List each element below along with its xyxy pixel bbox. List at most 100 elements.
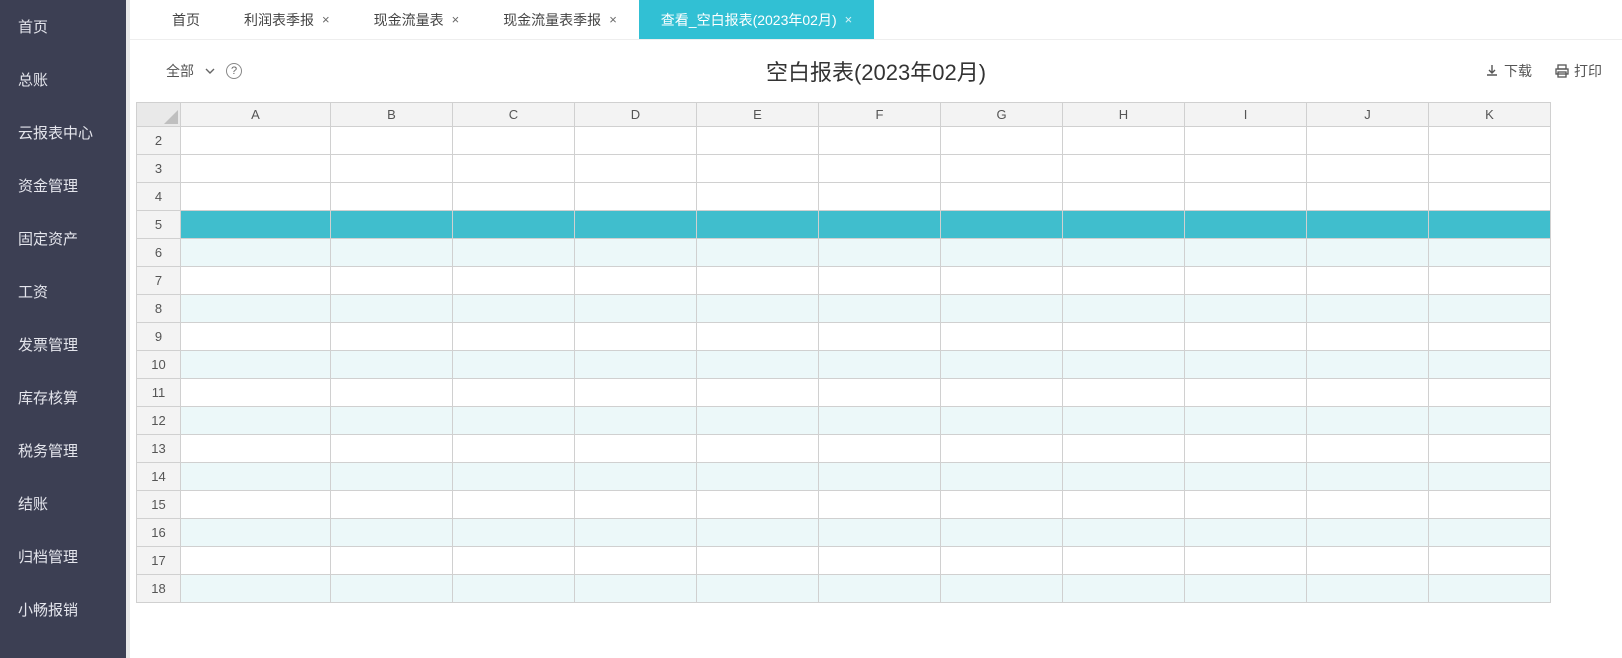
- cell-E12[interactable]: [697, 407, 819, 435]
- cell-F16[interactable]: [819, 519, 941, 547]
- sidebar-item-9[interactable]: 结账: [0, 477, 126, 530]
- cell-C4[interactable]: [453, 183, 575, 211]
- cell-B15[interactable]: [331, 491, 453, 519]
- cell-D3[interactable]: [575, 155, 697, 183]
- close-icon[interactable]: ×: [322, 12, 330, 27]
- close-icon[interactable]: ×: [609, 12, 617, 27]
- cell-J3[interactable]: [1307, 155, 1429, 183]
- cell-K9[interactable]: [1429, 323, 1551, 351]
- cell-E3[interactable]: [697, 155, 819, 183]
- cell-G6[interactable]: [941, 239, 1063, 267]
- cell-E4[interactable]: [697, 183, 819, 211]
- cell-H12[interactable]: [1063, 407, 1185, 435]
- row-header-10[interactable]: 10: [137, 351, 181, 379]
- tab-0[interactable]: 首页: [150, 0, 222, 39]
- row-header-17[interactable]: 17: [137, 547, 181, 575]
- cell-C9[interactable]: [453, 323, 575, 351]
- sidebar-item-8[interactable]: 税务管理: [0, 424, 126, 477]
- cell-E5[interactable]: [697, 211, 819, 239]
- cell-A13[interactable]: [181, 435, 331, 463]
- cell-J10[interactable]: [1307, 351, 1429, 379]
- cell-J9[interactable]: [1307, 323, 1429, 351]
- cell-B2[interactable]: [331, 127, 453, 155]
- column-header-A[interactable]: A: [181, 103, 331, 127]
- cell-D8[interactable]: [575, 295, 697, 323]
- download-button[interactable]: 下载: [1484, 61, 1532, 81]
- cell-I4[interactable]: [1185, 183, 1307, 211]
- cell-C10[interactable]: [453, 351, 575, 379]
- cell-D7[interactable]: [575, 267, 697, 295]
- cell-D15[interactable]: [575, 491, 697, 519]
- filter-dropdown[interactable]: 全部 ?: [166, 61, 242, 81]
- cell-G16[interactable]: [941, 519, 1063, 547]
- cell-J18[interactable]: [1307, 575, 1429, 603]
- cell-J5[interactable]: [1307, 211, 1429, 239]
- cell-H15[interactable]: [1063, 491, 1185, 519]
- column-header-K[interactable]: K: [1429, 103, 1551, 127]
- cell-G4[interactable]: [941, 183, 1063, 211]
- cell-G10[interactable]: [941, 351, 1063, 379]
- cell-F7[interactable]: [819, 267, 941, 295]
- cell-H8[interactable]: [1063, 295, 1185, 323]
- cell-A2[interactable]: [181, 127, 331, 155]
- cell-D18[interactable]: [575, 575, 697, 603]
- cell-D17[interactable]: [575, 547, 697, 575]
- cell-K6[interactable]: [1429, 239, 1551, 267]
- sidebar-item-10[interactable]: 归档管理: [0, 530, 126, 583]
- cell-K15[interactable]: [1429, 491, 1551, 519]
- cell-G13[interactable]: [941, 435, 1063, 463]
- cell-B16[interactable]: [331, 519, 453, 547]
- cell-C11[interactable]: [453, 379, 575, 407]
- cell-B7[interactable]: [331, 267, 453, 295]
- cell-B18[interactable]: [331, 575, 453, 603]
- cell-E7[interactable]: [697, 267, 819, 295]
- cell-I7[interactable]: [1185, 267, 1307, 295]
- column-header-H[interactable]: H: [1063, 103, 1185, 127]
- tab-2[interactable]: 现金流量表×: [352, 0, 482, 39]
- cell-J11[interactable]: [1307, 379, 1429, 407]
- sidebar-item-5[interactable]: 工资: [0, 265, 126, 318]
- cell-F8[interactable]: [819, 295, 941, 323]
- cell-C15[interactable]: [453, 491, 575, 519]
- cell-B14[interactable]: [331, 463, 453, 491]
- cell-B12[interactable]: [331, 407, 453, 435]
- cell-K11[interactable]: [1429, 379, 1551, 407]
- column-header-E[interactable]: E: [697, 103, 819, 127]
- column-header-D[interactable]: D: [575, 103, 697, 127]
- cell-F15[interactable]: [819, 491, 941, 519]
- cell-E2[interactable]: [697, 127, 819, 155]
- cell-K5[interactable]: [1429, 211, 1551, 239]
- cell-K12[interactable]: [1429, 407, 1551, 435]
- sidebar-item-4[interactable]: 固定资产: [0, 212, 126, 265]
- cell-I18[interactable]: [1185, 575, 1307, 603]
- cell-I13[interactable]: [1185, 435, 1307, 463]
- cell-F12[interactable]: [819, 407, 941, 435]
- column-header-G[interactable]: G: [941, 103, 1063, 127]
- cell-E14[interactable]: [697, 463, 819, 491]
- cell-J4[interactable]: [1307, 183, 1429, 211]
- cell-D2[interactable]: [575, 127, 697, 155]
- cell-I12[interactable]: [1185, 407, 1307, 435]
- cell-D11[interactable]: [575, 379, 697, 407]
- row-header-18[interactable]: 18: [137, 575, 181, 603]
- cell-B13[interactable]: [331, 435, 453, 463]
- cell-K17[interactable]: [1429, 547, 1551, 575]
- cell-G7[interactable]: [941, 267, 1063, 295]
- cell-G12[interactable]: [941, 407, 1063, 435]
- row-header-3[interactable]: 3: [137, 155, 181, 183]
- cell-C14[interactable]: [453, 463, 575, 491]
- cell-B11[interactable]: [331, 379, 453, 407]
- cell-I3[interactable]: [1185, 155, 1307, 183]
- grid-corner[interactable]: [137, 103, 181, 127]
- sidebar-item-3[interactable]: 资金管理: [0, 159, 126, 212]
- cell-A9[interactable]: [181, 323, 331, 351]
- cell-C3[interactable]: [453, 155, 575, 183]
- row-header-11[interactable]: 11: [137, 379, 181, 407]
- cell-E9[interactable]: [697, 323, 819, 351]
- column-header-F[interactable]: F: [819, 103, 941, 127]
- sidebar-item-11[interactable]: 小畅报销: [0, 583, 126, 636]
- cell-K8[interactable]: [1429, 295, 1551, 323]
- cell-J16[interactable]: [1307, 519, 1429, 547]
- row-header-7[interactable]: 7: [137, 267, 181, 295]
- cell-E18[interactable]: [697, 575, 819, 603]
